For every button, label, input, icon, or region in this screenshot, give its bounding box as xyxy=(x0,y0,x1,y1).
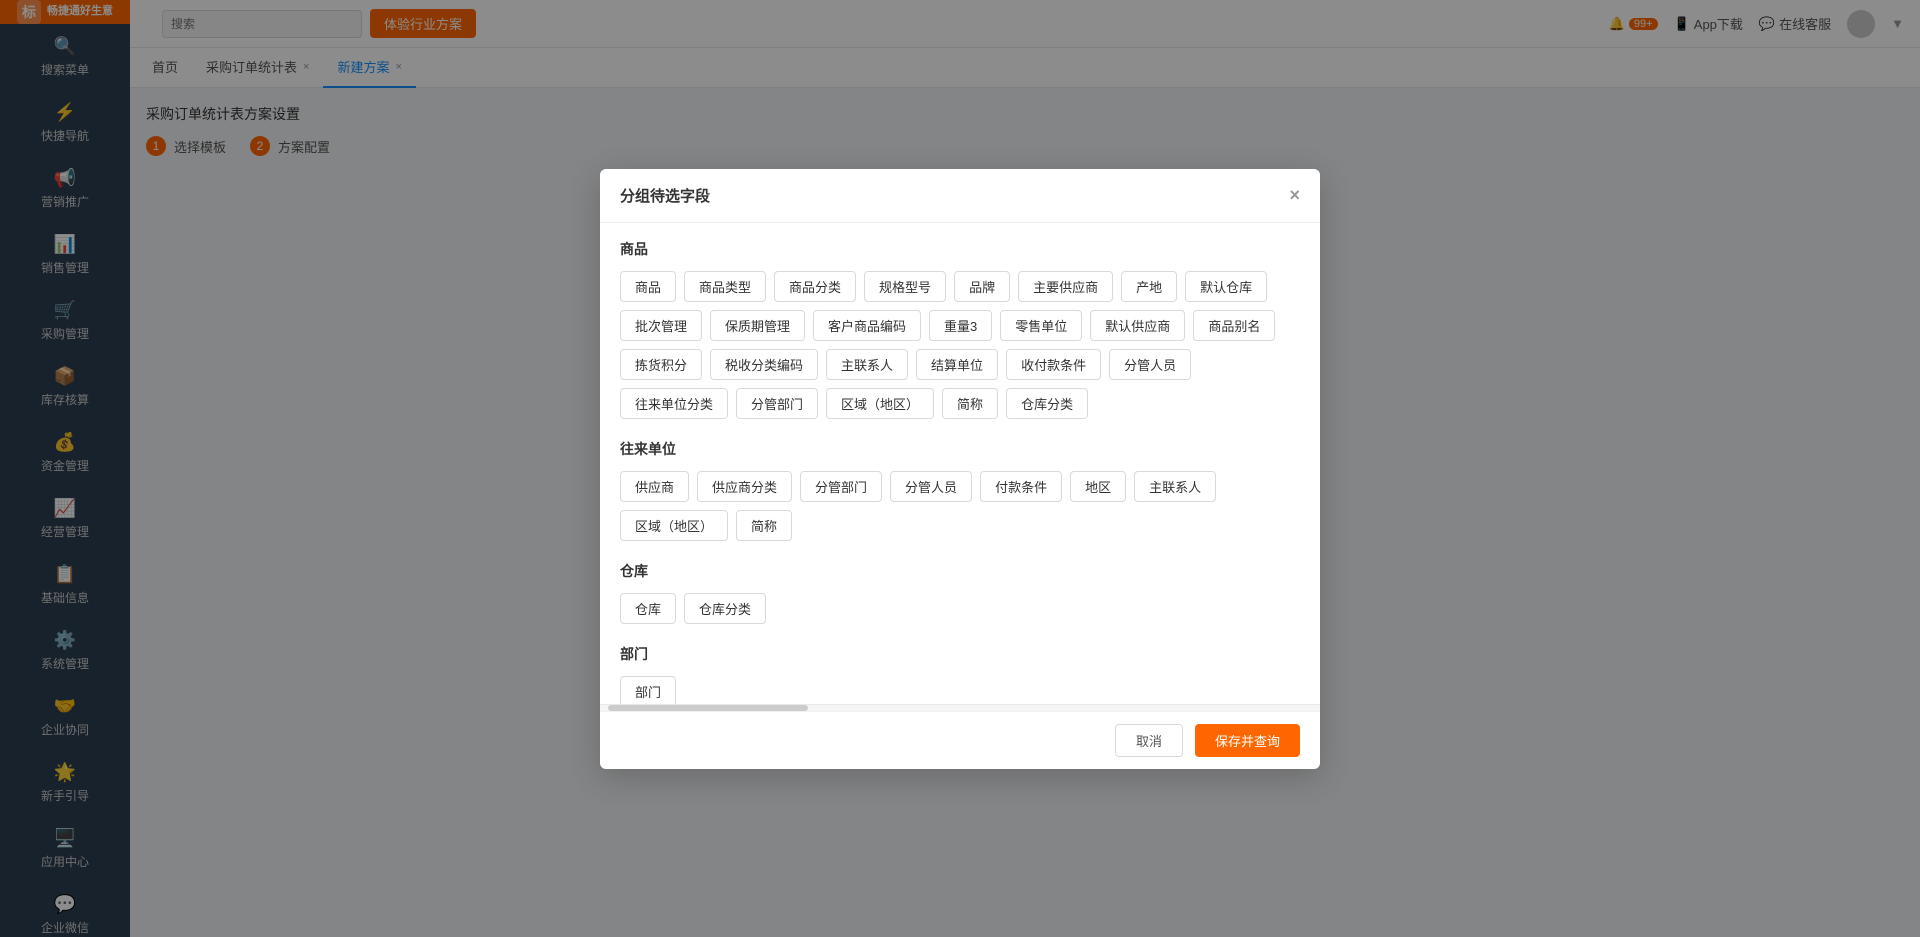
field-tag-0-0[interactable]: 商品 xyxy=(620,271,676,302)
section-title-2: 仓库 xyxy=(620,561,1300,581)
field-tag-0-12[interactable]: 零售单位 xyxy=(1000,310,1082,341)
dialog: 分组待选字段 × 商品商品商品类型商品分类规格型号品牌主要供应商产地默认仓库批次… xyxy=(600,169,1320,769)
section-title-3: 部门 xyxy=(620,644,1300,664)
field-tag-0-5[interactable]: 主要供应商 xyxy=(1018,271,1113,302)
field-grid-1: 供应商供应商分类分管部门分管人员付款条件地区主联系人区域（地区） 简称 xyxy=(620,471,1300,541)
field-tag-2-1[interactable]: 仓库分类 xyxy=(684,593,766,624)
field-tag-0-15[interactable]: 拣货积分 xyxy=(620,349,702,380)
field-tag-0-22[interactable]: 分管部门 xyxy=(736,388,818,419)
field-tag-0-20[interactable]: 分管人员 xyxy=(1109,349,1191,380)
field-tag-1-3[interactable]: 分管人员 xyxy=(890,471,972,502)
field-tag-0-2[interactable]: 商品分类 xyxy=(774,271,856,302)
field-tag-0-21[interactable]: 往来单位分类 xyxy=(620,388,728,419)
modal-overlay: 分组待选字段 × 商品商品商品类型商品分类规格型号品牌主要供应商产地默认仓库批次… xyxy=(0,0,1920,937)
field-tag-0-1[interactable]: 商品类型 xyxy=(684,271,766,302)
field-tag-0-7[interactable]: 默认仓库 xyxy=(1185,271,1267,302)
field-tag-1-4[interactable]: 付款条件 xyxy=(980,471,1062,502)
field-tag-0-23[interactable]: 区域（地区） xyxy=(826,388,934,419)
field-tag-0-16[interactable]: 税收分类编码 xyxy=(710,349,818,380)
field-tag-3-0[interactable]: 部门 xyxy=(620,676,676,704)
field-tag-1-7[interactable]: 区域（地区） xyxy=(620,510,728,541)
field-tag-0-18[interactable]: 结算单位 xyxy=(916,349,998,380)
field-tag-1-8[interactable]: 简称 xyxy=(736,510,792,541)
field-tag-2-0[interactable]: 仓库 xyxy=(620,593,676,624)
cancel-button[interactable]: 取消 xyxy=(1115,724,1183,757)
field-grid-3: 部门 xyxy=(620,676,1300,704)
section-title-0: 商品 xyxy=(620,239,1300,259)
field-grid-0: 商品商品类型商品分类规格型号品牌主要供应商产地默认仓库批次管理保质期管理客户商品… xyxy=(620,271,1300,419)
field-tag-0-4[interactable]: 品牌 xyxy=(954,271,1010,302)
field-tag-0-3[interactable]: 规格型号 xyxy=(864,271,946,302)
section-title-1: 往来单位 xyxy=(620,439,1300,459)
field-tag-0-14[interactable]: 商品别名 xyxy=(1193,310,1275,341)
dialog-title: 分组待选字段 xyxy=(620,185,710,206)
field-tag-0-13[interactable]: 默认供应商 xyxy=(1090,310,1185,341)
close-icon[interactable]: × xyxy=(1289,186,1300,204)
field-tag-0-25[interactable]: 仓库分类 xyxy=(1006,388,1088,419)
dialog-header: 分组待选字段 × xyxy=(600,169,1320,223)
field-tag-1-2[interactable]: 分管部门 xyxy=(800,471,882,502)
field-tag-1-6[interactable]: 主联系人 xyxy=(1134,471,1216,502)
dialog-footer: 取消 保存并查询 xyxy=(600,711,1320,769)
field-tag-0-8[interactable]: 批次管理 xyxy=(620,310,702,341)
field-tag-0-11[interactable]: 重量3 xyxy=(929,310,992,341)
dialog-body: 商品商品商品类型商品分类规格型号品牌主要供应商产地默认仓库批次管理保质期管理客户… xyxy=(600,223,1320,704)
horizontal-scrollbar[interactable] xyxy=(600,704,1320,711)
field-grid-2: 仓库仓库分类 xyxy=(620,593,1300,624)
section-3: 部门部门 xyxy=(620,644,1300,704)
section-2: 仓库仓库仓库分类 xyxy=(620,561,1300,624)
field-tag-0-24[interactable]: 简称 xyxy=(942,388,998,419)
field-tag-0-17[interactable]: 主联系人 xyxy=(826,349,908,380)
field-tag-0-10[interactable]: 客户商品编码 xyxy=(813,310,921,341)
section-0: 商品商品商品类型商品分类规格型号品牌主要供应商产地默认仓库批次管理保质期管理客户… xyxy=(620,239,1300,419)
field-tag-0-19[interactable]: 收付款条件 xyxy=(1006,349,1101,380)
section-1: 往来单位供应商供应商分类分管部门分管人员付款条件地区主联系人区域（地区） 简称 xyxy=(620,439,1300,541)
field-tag-1-1[interactable]: 供应商分类 xyxy=(697,471,792,502)
confirm-button[interactable]: 保存并查询 xyxy=(1195,724,1300,757)
field-tag-1-5[interactable]: 地区 xyxy=(1070,471,1126,502)
field-tag-1-0[interactable]: 供应商 xyxy=(620,471,689,502)
field-tag-0-6[interactable]: 产地 xyxy=(1121,271,1177,302)
field-tag-0-9[interactable]: 保质期管理 xyxy=(710,310,805,341)
